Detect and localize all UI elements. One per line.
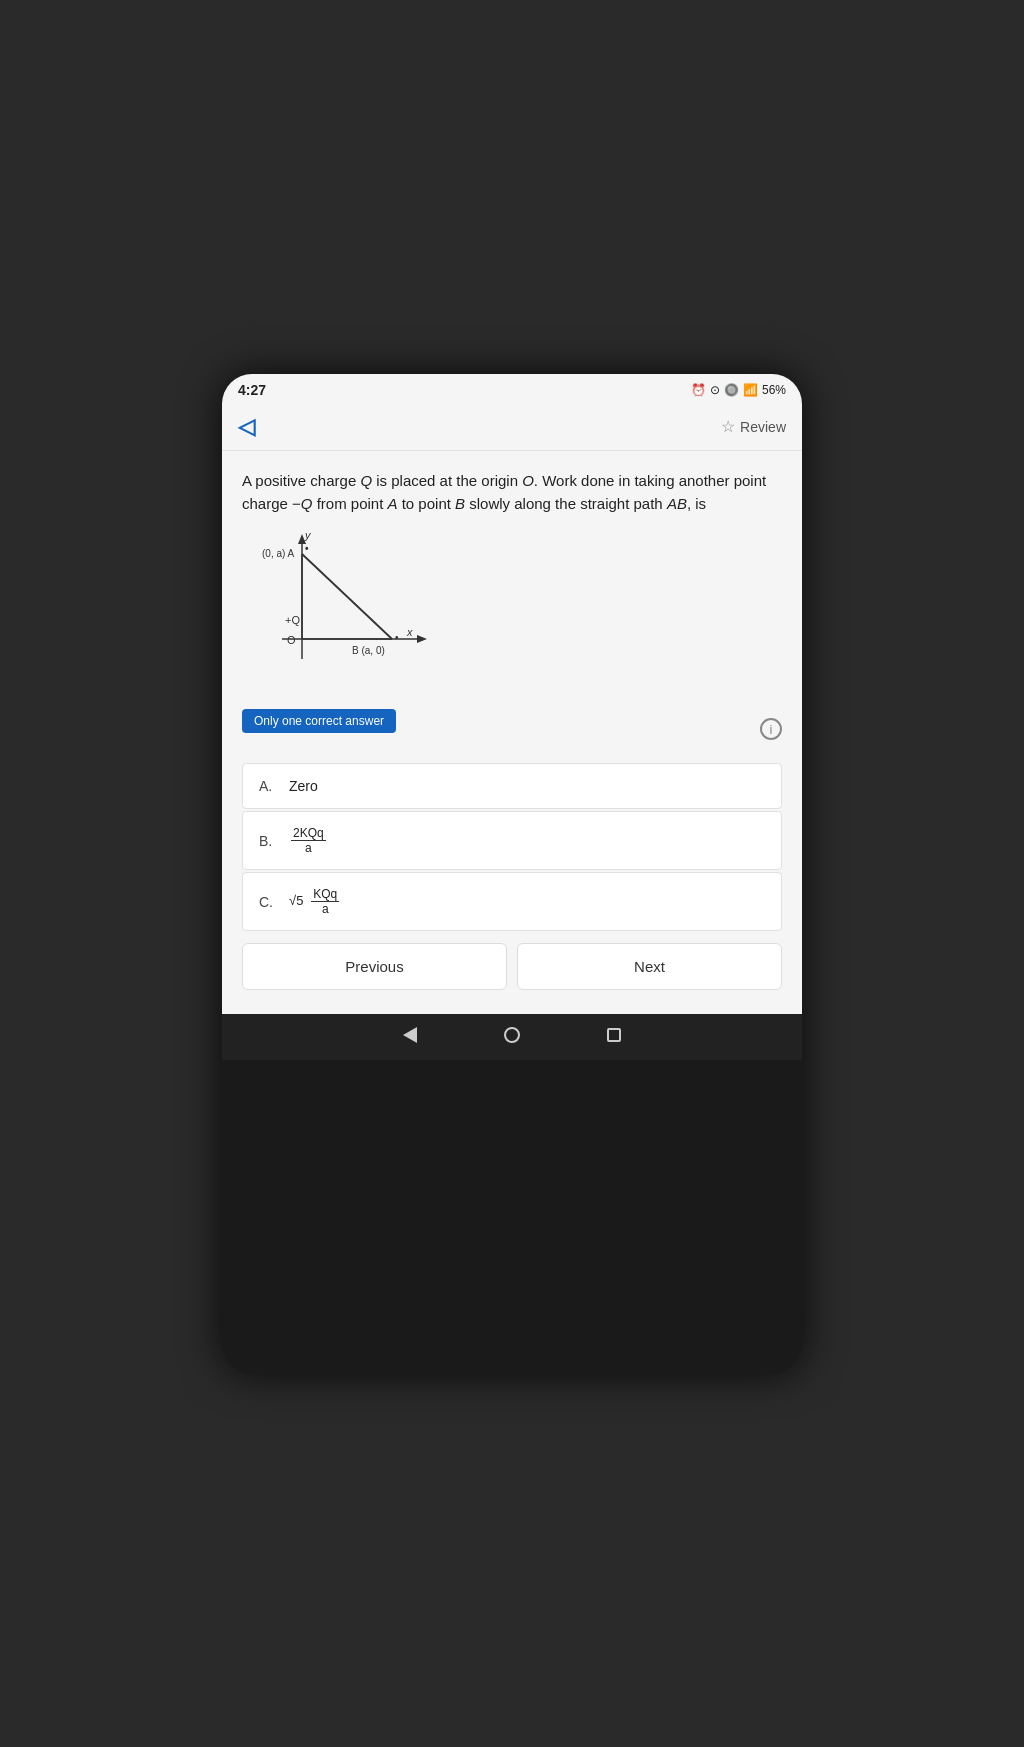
diagram-container: x y (0, a) A • B (a, 0) • +Q O bbox=[252, 529, 452, 689]
recents-nav-icon[interactable] bbox=[603, 1024, 625, 1046]
content-area: A positive charge Q is placed at the ori… bbox=[222, 451, 802, 1015]
alarm-icon: ⊙ bbox=[710, 383, 720, 397]
android-nav-bar bbox=[222, 1014, 802, 1060]
option-a-label: A. bbox=[259, 778, 279, 794]
option-c-denominator: a bbox=[320, 902, 331, 916]
svg-text:(0, a) A: (0, a) A bbox=[262, 548, 295, 559]
wifi-icon: 🔘 bbox=[724, 383, 739, 397]
option-c[interactable]: C. √5 KQq a bbox=[242, 872, 782, 931]
option-b-fraction: 2KQq a bbox=[291, 826, 326, 855]
option-b-label: B. bbox=[259, 833, 279, 849]
app-header: ◁ ☆ Review bbox=[222, 406, 802, 451]
back-button[interactable]: ◁ bbox=[238, 414, 255, 440]
svg-text:x: x bbox=[406, 626, 413, 638]
svg-text:O: O bbox=[287, 634, 296, 646]
svg-text:•: • bbox=[395, 632, 399, 643]
svg-text:+Q: +Q bbox=[285, 614, 300, 626]
back-nav-icon[interactable] bbox=[399, 1024, 421, 1046]
status-right: ⏰ ⊙ 🔘 📶 56% bbox=[691, 383, 786, 397]
option-c-prefix: √5 bbox=[289, 893, 303, 908]
option-c-numerator: KQq bbox=[311, 887, 339, 902]
battery-text: 56% bbox=[762, 383, 786, 397]
svg-text:B (a, 0): B (a, 0) bbox=[352, 645, 385, 656]
option-b-denominator: a bbox=[303, 841, 314, 855]
signal-icon: 📶 bbox=[743, 383, 758, 397]
review-button[interactable]: ☆ Review bbox=[721, 417, 786, 436]
option-b[interactable]: B. 2KQq a bbox=[242, 811, 782, 870]
home-nav-icon[interactable] bbox=[501, 1024, 523, 1046]
next-button[interactable]: Next bbox=[517, 943, 782, 990]
option-b-text: 2KQq a bbox=[289, 826, 765, 855]
phone-frame: 4:27 ⏰ ⊙ 🔘 📶 56% ◁ ☆ Review A positive c… bbox=[222, 374, 802, 1374]
status-bar: 4:27 ⏰ ⊙ 🔘 📶 56% bbox=[222, 374, 802, 406]
review-label: Review bbox=[740, 419, 786, 435]
option-a[interactable]: A. Zero bbox=[242, 763, 782, 809]
question-text: A positive charge Q is placed at the ori… bbox=[242, 469, 782, 516]
svg-text:y: y bbox=[304, 529, 312, 541]
options-container: A. Zero B. 2KQq a C. √5 KQ bbox=[242, 763, 782, 931]
answer-type-badge[interactable]: Only one correct answer bbox=[242, 709, 396, 733]
svg-text:•: • bbox=[305, 543, 309, 554]
option-c-label: C. bbox=[259, 894, 279, 910]
info-icon[interactable]: i bbox=[760, 718, 782, 740]
star-icon: ☆ bbox=[721, 417, 735, 436]
time-display: 4:27 bbox=[238, 382, 266, 398]
svg-marker-3 bbox=[417, 635, 427, 643]
previous-button[interactable]: Previous bbox=[242, 943, 507, 990]
svg-line-6 bbox=[302, 554, 392, 639]
option-c-fraction: KQq a bbox=[311, 887, 339, 916]
coordinate-diagram: x y (0, a) A • B (a, 0) • +Q O bbox=[252, 529, 452, 689]
nav-buttons: Previous Next bbox=[242, 931, 782, 1000]
option-b-numerator: 2KQq bbox=[291, 826, 326, 841]
option-a-text: Zero bbox=[289, 778, 765, 794]
option-c-text: √5 KQq a bbox=[289, 887, 765, 916]
clock-icon: ⏰ bbox=[691, 383, 706, 397]
question-body: A positive charge Q is placed at the ori… bbox=[242, 472, 766, 512]
